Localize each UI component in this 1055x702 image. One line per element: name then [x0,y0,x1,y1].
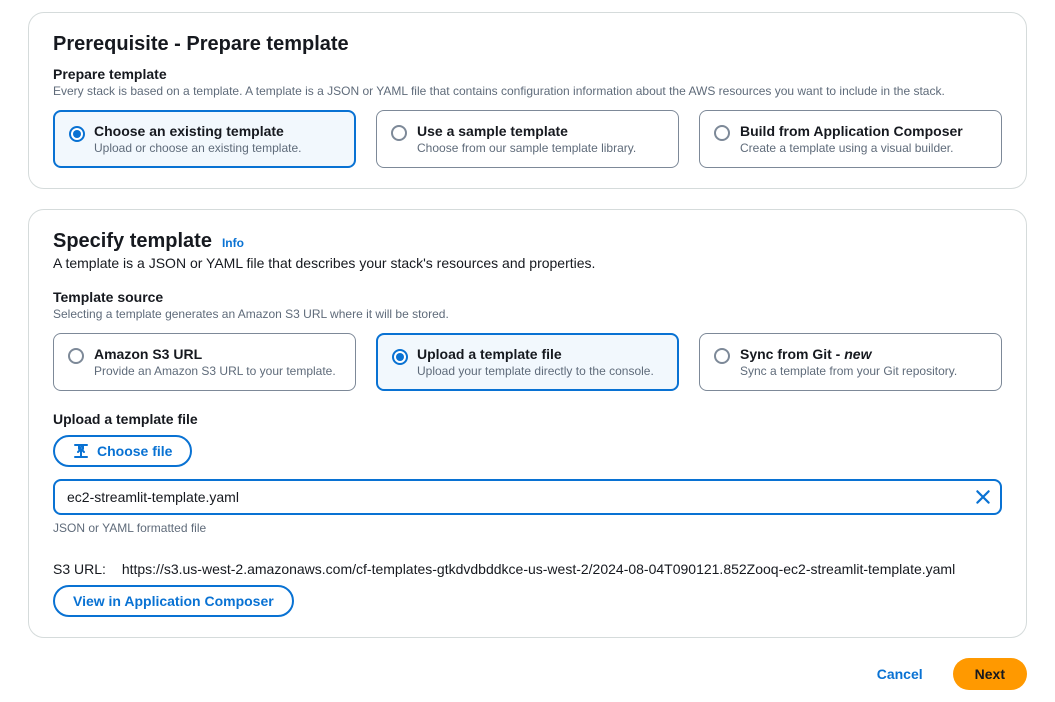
option-title-suffix: new [844,346,871,362]
file-input-wrap [53,479,1002,515]
radio-icon [392,349,408,365]
template-source-row: Amazon S3 URL Provide an Amazon S3 URL t… [53,333,1002,391]
option-choose-existing[interactable]: Choose an existing template Upload or ch… [53,110,356,168]
prepare-template-label: Prepare template [53,66,1002,82]
info-link[interactable]: Info [222,236,244,250]
option-desc: Choose from our sample template library. [417,141,664,155]
radio-icon [714,125,730,141]
s3-url-line: S3 URL: https://s3.us-west-2.amazonaws.c… [53,561,1002,577]
option-title: Upload a template file [417,346,664,362]
option-desc: Sync a template from your Git repository… [740,364,987,378]
upload-section: Upload a template file Choose file JSON … [53,411,1002,535]
option-title: Use a sample template [417,123,664,139]
prerequisite-title: Prerequisite - Prepare template [53,33,1002,56]
source-sync-git[interactable]: Sync from Git - new Sync a template from… [699,333,1002,391]
specify-desc: A template is a JSON or YAML file that d… [53,255,1002,271]
template-source-label: Template source [53,289,1002,305]
choose-file-button[interactable]: Choose file [53,435,192,467]
source-s3-url[interactable]: Amazon S3 URL Provide an Amazon S3 URL t… [53,333,356,391]
upload-icon [73,443,89,459]
radio-icon [391,125,407,141]
option-desc: Upload or choose an existing template. [94,141,341,155]
option-title: Choose an existing template [94,123,341,139]
choose-file-label: Choose file [97,443,172,459]
view-in-composer-button[interactable]: View in Application Composer [53,585,294,617]
radio-icon [68,348,84,364]
option-desc: Provide an Amazon S3 URL to your templat… [94,364,341,378]
upload-section-title: Upload a template file [53,411,1002,427]
option-title-prefix: Sync from Git - [740,346,844,362]
specify-template-panel: Specify template Info A template is a JS… [28,209,1027,638]
footer-buttons: Cancel Next [28,658,1027,690]
template-source-desc: Selecting a template generates an Amazon… [53,307,1002,321]
option-app-composer[interactable]: Build from Application Composer Create a… [699,110,1002,168]
prerequisite-panel: Prerequisite - Prepare template Prepare … [28,12,1027,189]
prepare-options-row: Choose an existing template Upload or ch… [53,110,1002,168]
prepare-template-desc: Every stack is based on a template. A te… [53,84,1002,98]
source-upload-file[interactable]: Upload a template file Upload your templ… [376,333,679,391]
option-title: Build from Application Composer [740,123,987,139]
option-title: Sync from Git - new [740,346,987,362]
cancel-button[interactable]: Cancel [859,658,941,690]
next-button[interactable]: Next [953,658,1027,690]
option-sample-template[interactable]: Use a sample template Choose from our sa… [376,110,679,168]
radio-icon [714,348,730,364]
clear-file-icon[interactable] [974,488,992,506]
s3-url-label: S3 URL: [53,561,106,577]
file-name-input[interactable] [53,479,1002,515]
s3-url-value: https://s3.us-west-2.amazonaws.com/cf-te… [122,561,955,577]
file-hint: JSON or YAML formatted file [53,521,1002,535]
radio-icon [69,126,85,142]
specify-title: Specify template [53,230,212,253]
option-desc: Upload your template directly to the con… [417,364,664,378]
option-desc: Create a template using a visual builder… [740,141,987,155]
option-title: Amazon S3 URL [94,346,341,362]
